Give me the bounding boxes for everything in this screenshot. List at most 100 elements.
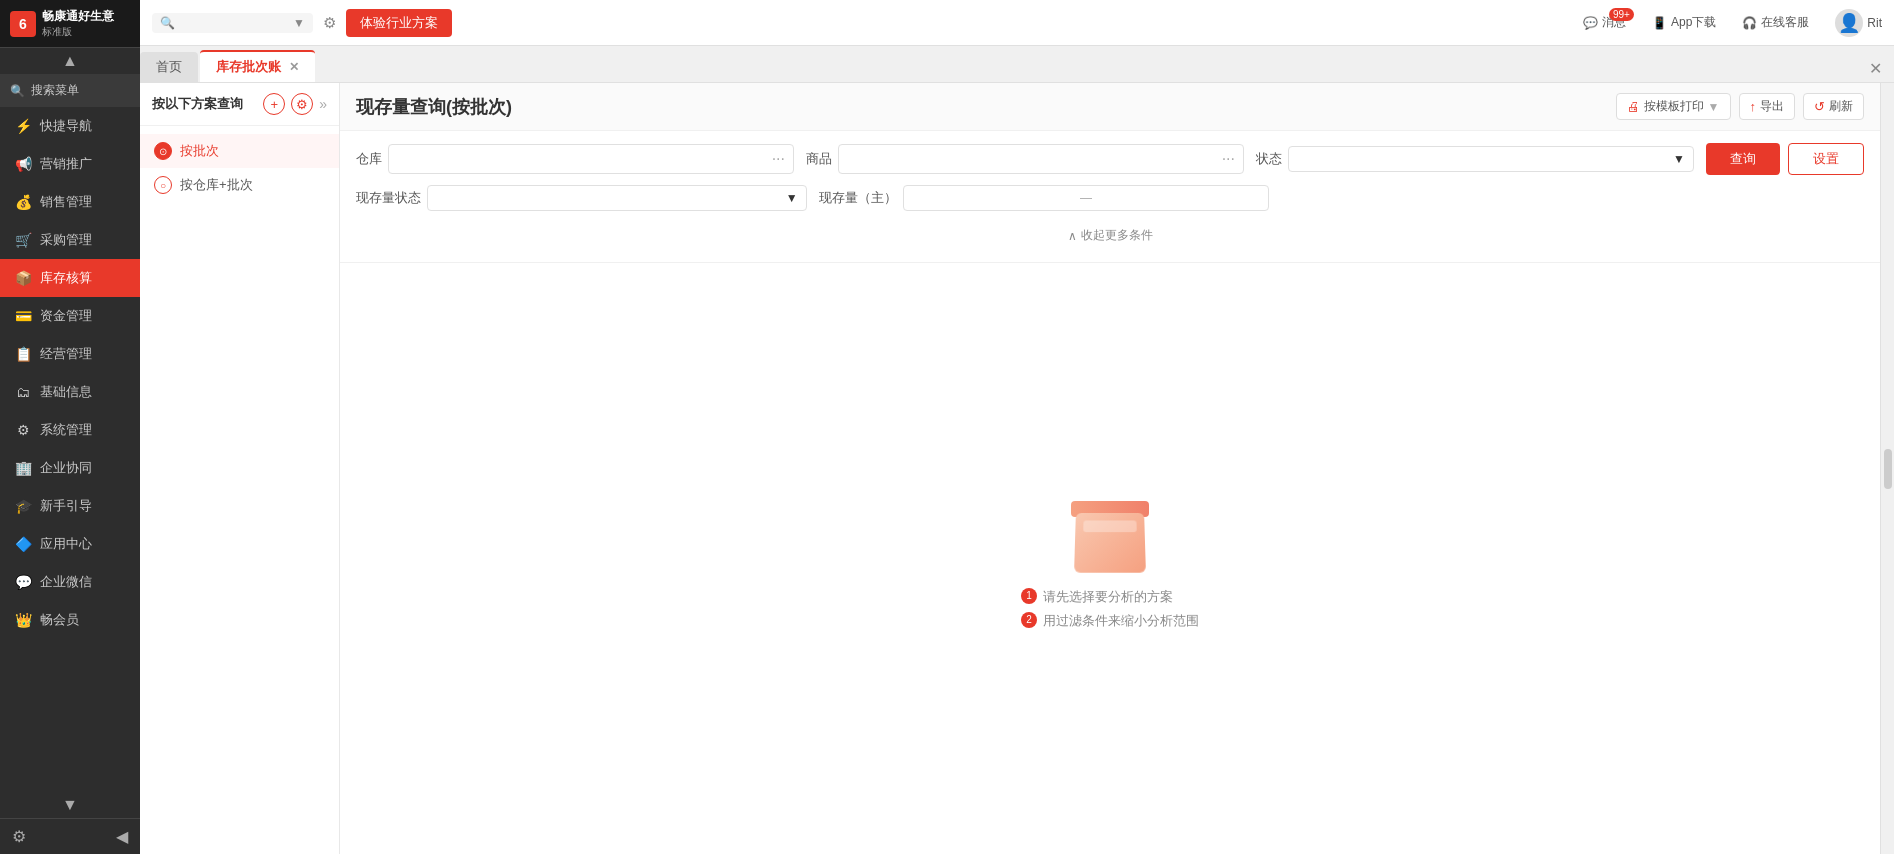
empty-hint-2: 2 用过滤条件来缩小分析范围 xyxy=(1021,612,1199,630)
status-select[interactable]: ▼ xyxy=(1288,146,1694,172)
product-input[interactable]: ··· xyxy=(838,144,1244,174)
sidebar-item-operations[interactable]: 📋 经营管理 xyxy=(0,335,140,373)
sidebar-item-wechat[interactable]: 💬 企业微信 xyxy=(0,563,140,601)
product-dots-icon[interactable]: ··· xyxy=(1222,150,1235,168)
left-panel-header: 按以下方案查询 + ⚙ » xyxy=(140,83,339,126)
sidebar-item-member[interactable]: 👑 畅会员 xyxy=(0,601,140,639)
sidebar-search-label: 搜索菜单 xyxy=(31,82,79,99)
sidebar-item-label: 畅会员 xyxy=(40,611,79,629)
collapse-more-btn[interactable]: ∧ 收起更多条件 xyxy=(356,221,1864,250)
inventory-status-field: 现存量状态 ▼ xyxy=(356,185,807,211)
query-btn[interactable]: 查询 xyxy=(1706,143,1780,175)
export-icon: ↑ xyxy=(1750,99,1757,114)
sidebar-item-label: 采购管理 xyxy=(40,231,92,249)
sidebar-item-newbie[interactable]: 🎓 新手引导 xyxy=(0,487,140,525)
settings-scheme-btn[interactable]: ⚙ xyxy=(291,93,313,115)
warehouse-input[interactable]: ··· xyxy=(388,144,794,174)
sidebar-item-finance[interactable]: 💳 资金管理 xyxy=(0,297,140,335)
collapse-left-panel-icon[interactable]: » xyxy=(319,96,327,112)
inventory-qty-range[interactable]: — xyxy=(903,185,1270,211)
warehouse-dots-icon[interactable]: ··· xyxy=(772,150,785,168)
sidebar-footer: ⚙ ◀ xyxy=(0,818,140,854)
page-header: 现存量查询(按批次) 🖨 按模板打印 ▼ ↑ 导出 ↺ 刷新 xyxy=(340,83,1880,131)
tabs-bar: 首页 库存批次账 ✕ ✕ xyxy=(140,46,1894,83)
settings-footer-icon[interactable]: ⚙ xyxy=(12,827,26,846)
inventory-status-chevron-icon: ▼ xyxy=(786,191,798,205)
print-btn[interactable]: 🖨 按模板打印 ▼ xyxy=(1616,93,1731,120)
sidebar: 6 畅康通好生意 标准版 ▲ 🔍 搜索菜单 ⚡ 快捷导航 📢 营销推广 💰 销售… xyxy=(0,0,140,854)
sidebar-item-apps[interactable]: 🔷 应用中心 xyxy=(0,525,140,563)
product-label: 商品 xyxy=(806,150,832,168)
empty-box xyxy=(1074,512,1146,572)
refresh-btn[interactable]: ↺ 刷新 xyxy=(1803,93,1864,120)
top-bar: 🔍 ▼ ⚙ 体验行业方案 💬 消息 99+ 📱 App下载 🎧 在线客服 👤 R… xyxy=(140,0,1894,46)
sidebar-item-marketing[interactable]: 📢 营销推广 xyxy=(0,145,140,183)
warehouse-field: 仓库 ··· xyxy=(356,144,794,174)
tab-home[interactable]: 首页 xyxy=(140,52,198,82)
inventory-status-select[interactable]: ▼ xyxy=(427,185,807,211)
sidebar-item-label: 应用中心 xyxy=(40,535,92,553)
scheme-item-by-batch[interactable]: ⊙ 按批次 xyxy=(140,134,339,168)
inventory-qty-label: 现存量（主） xyxy=(819,189,897,207)
collapse-label: 收起更多条件 xyxy=(1081,227,1153,244)
topbar-search-input[interactable] xyxy=(179,16,289,30)
service-icon: 🎧 xyxy=(1742,16,1757,30)
add-scheme-btn[interactable]: + xyxy=(263,93,285,115)
tab-close-icon[interactable]: ✕ xyxy=(289,60,299,74)
username: Rit xyxy=(1867,16,1882,30)
topbar-chevron-icon[interactable]: ▼ xyxy=(293,16,305,30)
filter-settings-btn[interactable]: 设置 xyxy=(1788,143,1864,175)
sidebar-item-label: 库存核算 xyxy=(40,269,92,287)
scheme-inactive-icon: ○ xyxy=(154,176,172,194)
inventory-qty-max[interactable] xyxy=(1100,191,1260,205)
experience-btn[interactable]: 体验行业方案 xyxy=(346,9,452,37)
tab-panel-close-icon[interactable]: ✕ xyxy=(1857,59,1894,82)
tab-inventory-batch[interactable]: 库存批次账 ✕ xyxy=(200,50,315,82)
avatar: 👤 xyxy=(1835,9,1863,37)
user-action[interactable]: 👤 Rit xyxy=(1835,9,1882,37)
search-icon: 🔍 xyxy=(10,84,25,98)
sidebar-item-label: 资金管理 xyxy=(40,307,92,325)
scrollbar-handle[interactable] xyxy=(1884,449,1892,489)
operations-icon: 📋 xyxy=(14,345,32,363)
sidebar-scroll-down[interactable]: ▼ xyxy=(0,792,140,818)
sidebar-item-system[interactable]: ⚙ 系统管理 xyxy=(0,411,140,449)
company-name: 畅康通好生意 xyxy=(42,8,114,25)
app-download-label: App下载 xyxy=(1671,14,1716,31)
sidebar-item-enterprise[interactable]: 🏢 企业协同 xyxy=(0,449,140,487)
basics-icon: 🗂 xyxy=(14,383,32,401)
status-chevron-icon: ▼ xyxy=(1673,152,1685,166)
collapse-sidebar-icon[interactable]: ◀ xyxy=(116,827,128,846)
sidebar-item-label: 企业协同 xyxy=(40,459,92,477)
quick-nav-icon: ⚡ xyxy=(14,117,32,135)
sidebar-scroll-up[interactable]: ▲ xyxy=(0,48,140,74)
topbar-gear-icon[interactable]: ⚙ xyxy=(323,14,336,32)
hint-num-2: 2 xyxy=(1021,612,1037,628)
scheme-item-by-warehouse-batch[interactable]: ○ 按仓库+批次 xyxy=(140,168,339,202)
finance-icon: 💳 xyxy=(14,307,32,325)
messages-badge: 99+ xyxy=(1609,8,1634,21)
sidebar-item-label: 基础信息 xyxy=(40,383,92,401)
topbar-search-box[interactable]: 🔍 ▼ xyxy=(152,13,313,33)
online-service-action[interactable]: 🎧 在线客服 xyxy=(1742,14,1809,31)
sidebar-search-item[interactable]: 🔍 搜索菜单 xyxy=(0,74,140,107)
export-btn[interactable]: ↑ 导出 xyxy=(1739,93,1796,120)
warehouse-label: 仓库 xyxy=(356,150,382,168)
inventory-qty-dash: — xyxy=(1080,191,1092,205)
sidebar-item-sales[interactable]: 💰 销售管理 xyxy=(0,183,140,221)
sidebar-item-label: 快捷导航 xyxy=(40,117,92,135)
inventory-qty-min[interactable] xyxy=(912,191,1072,205)
sidebar-item-basics[interactable]: 🗂 基础信息 xyxy=(0,373,140,411)
scheme-by-warehouse-batch-label: 按仓库+批次 xyxy=(180,176,253,194)
sidebar-item-purchase[interactable]: 🛒 采购管理 xyxy=(0,221,140,259)
sidebar-item-inventory[interactable]: 📦 库存核算 xyxy=(0,259,140,297)
content-area: 按以下方案查询 + ⚙ » ⊙ 按批次 ○ 按仓库+批次 xyxy=(140,83,1894,854)
messages-action[interactable]: 💬 消息 99+ xyxy=(1583,14,1626,31)
tab-home-label: 首页 xyxy=(156,58,182,76)
refresh-btn-label: 刷新 xyxy=(1829,98,1853,115)
app-download-action[interactable]: 📱 App下载 xyxy=(1652,14,1716,31)
app-logo: 6 xyxy=(10,11,36,37)
sidebar-item-quick-nav[interactable]: ⚡ 快捷导航 xyxy=(0,107,140,145)
member-icon: 👑 xyxy=(14,611,32,629)
empty-illustration xyxy=(1060,482,1160,572)
